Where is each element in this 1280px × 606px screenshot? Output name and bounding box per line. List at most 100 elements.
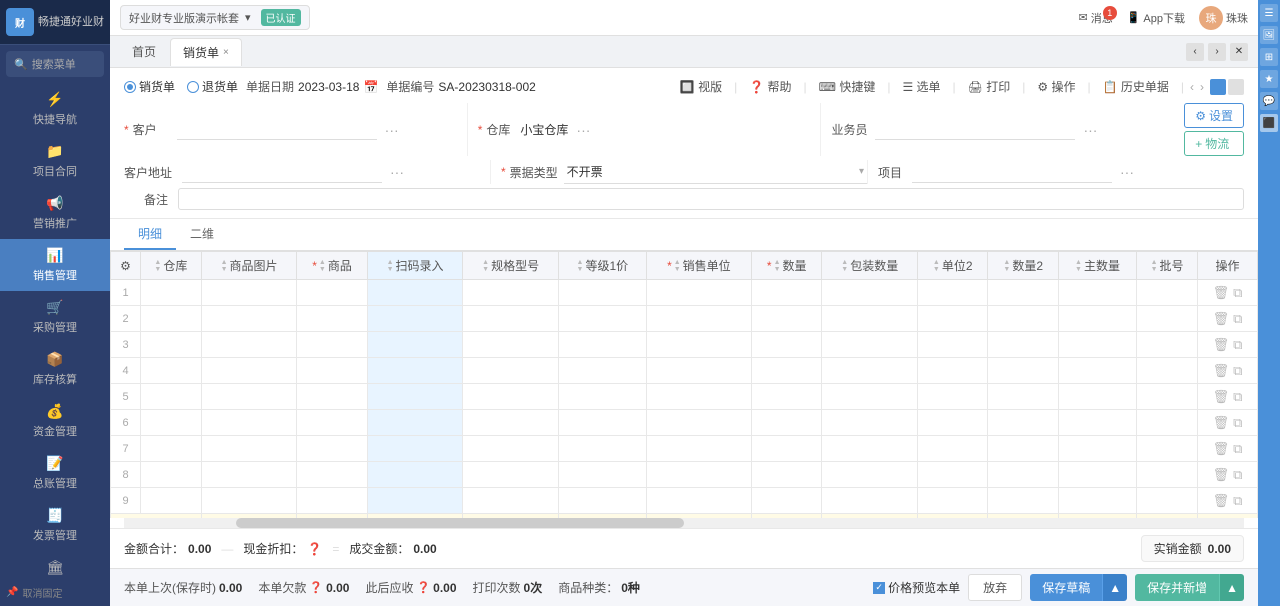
cell[interactable] (297, 358, 367, 384)
cell[interactable] (558, 410, 646, 436)
cell[interactable] (822, 488, 918, 514)
cell[interactable] (918, 332, 988, 358)
debt-help[interactable]: ❓ (309, 581, 323, 594)
cell[interactable] (1137, 306, 1198, 332)
cell[interactable] (463, 332, 559, 358)
cell[interactable] (752, 462, 822, 488)
cell[interactable] (141, 410, 202, 436)
note-input[interactable] (178, 188, 1244, 210)
sidebar-item-inventory[interactable]: 📦 库存核算 (0, 343, 110, 395)
tab-home[interactable]: 首页 (120, 38, 168, 65)
cell[interactable] (367, 280, 463, 306)
sidebar-item-project[interactable]: 📁 项目合同 (0, 135, 110, 187)
cell[interactable] (367, 358, 463, 384)
copy-icon[interactable]: ⧉ (1233, 389, 1242, 404)
app-download-btn[interactable]: 📱 App下载 (1127, 10, 1185, 26)
cell[interactable] (752, 384, 822, 410)
cell[interactable] (752, 306, 822, 332)
cell[interactable] (822, 410, 918, 436)
collect-help[interactable]: ❓ (416, 581, 430, 594)
panel-image-icon[interactable]: 🖼 (1260, 26, 1278, 44)
order-value[interactable]: SA-20230318-002 (438, 80, 535, 94)
cell[interactable] (297, 462, 367, 488)
radio-sale[interactable]: 销货单 (124, 78, 175, 95)
cell[interactable] (918, 488, 988, 514)
cell[interactable] (463, 488, 559, 514)
cell[interactable] (1137, 280, 1198, 306)
toolbar-shortcut[interactable]: ⌨ 快捷键 (813, 76, 882, 97)
toolbar-print[interactable]: 🖨 打印 (962, 76, 1017, 97)
panel-list-icon[interactable]: ☰ (1260, 4, 1278, 22)
toolbar-select[interactable]: ☰ 选单 (896, 76, 946, 97)
cell[interactable] (201, 280, 297, 306)
sidebar-item-account[interactable]: 📝 总账管理 (0, 447, 110, 499)
cell[interactable] (988, 332, 1058, 358)
cell[interactable] (367, 488, 463, 514)
cell[interactable] (297, 384, 367, 410)
invoice-select[interactable]: 不开票 ▾ (564, 160, 867, 184)
cell[interactable] (1058, 332, 1136, 358)
cell[interactable] (822, 358, 918, 384)
copy-icon[interactable]: ⧉ (1233, 363, 1242, 378)
cell[interactable] (988, 488, 1058, 514)
cell[interactable] (558, 332, 646, 358)
copy-icon[interactable]: ⧉ (1233, 441, 1242, 456)
cell[interactable] (646, 358, 751, 384)
cell[interactable] (141, 436, 202, 462)
setup-button[interactable]: ⚙ 设置 (1184, 103, 1244, 128)
save-draft-button[interactable]: 保存草稿 (1030, 574, 1102, 601)
delete-icon[interactable]: 🗑 (1213, 415, 1230, 430)
sidebar-item-purchase[interactable]: 🛒 采购管理 (0, 291, 110, 343)
th-settings[interactable]: ⚙ (111, 252, 141, 280)
sidebar-item-invoice[interactable]: 🧾 发票管理 (0, 499, 110, 551)
cell[interactable] (1137, 488, 1198, 514)
copy-icon[interactable]: ⧉ (1233, 337, 1242, 352)
cell[interactable] (646, 280, 751, 306)
cell[interactable] (558, 384, 646, 410)
toolbar-history[interactable]: 📋 历史单据 (1097, 76, 1175, 97)
cell[interactable] (463, 410, 559, 436)
subtab-2d[interactable]: 二维 (176, 219, 228, 250)
user-avatar[interactable]: 珠 珠珠 (1199, 6, 1248, 30)
cell[interactable] (918, 462, 988, 488)
abandon-button[interactable]: 放弃 (968, 574, 1022, 601)
toolbar-nav-next[interactable]: › (1200, 80, 1204, 94)
toolbar-operate[interactable]: ⚙ 操作 (1031, 76, 1081, 97)
sidebar-cancel-fixed[interactable]: 📌 取消固定 (0, 579, 110, 606)
messages-btn[interactable]: ✉ 消息 1 (1079, 10, 1113, 26)
sidebar-item-finance[interactable]: 💰 资金管理 (0, 395, 110, 447)
radio-return[interactable]: 退货单 (187, 78, 238, 95)
cell[interactable] (367, 306, 463, 332)
cell[interactable] (646, 410, 751, 436)
cell[interactable] (1137, 358, 1198, 384)
cell[interactable] (367, 436, 463, 462)
cell[interactable] (752, 358, 822, 384)
tab-close-btn[interactable]: × (223, 47, 229, 58)
cell[interactable] (988, 462, 1058, 488)
cell[interactable] (988, 384, 1058, 410)
cell[interactable] (752, 410, 822, 436)
toolbar-nav-prev[interactable]: ‹ (1190, 80, 1194, 94)
cell[interactable] (822, 280, 918, 306)
cell[interactable] (1137, 462, 1198, 488)
cell[interactable] (1058, 280, 1136, 306)
cell[interactable] (646, 488, 751, 514)
cell[interactable] (918, 306, 988, 332)
tab-prev-btn[interactable]: ‹ (1186, 43, 1204, 61)
discount-help-icon[interactable]: ❓ (307, 542, 322, 556)
date-value[interactable]: 2023-03-18 (298, 80, 359, 94)
cell[interactable] (646, 332, 751, 358)
horizontal-scrollbar[interactable] (124, 518, 1244, 528)
panel-star-icon[interactable]: ★ (1260, 70, 1278, 88)
tab-close-all-btn[interactable]: ✕ (1230, 43, 1248, 61)
project-input[interactable] (912, 162, 1112, 183)
cell[interactable] (988, 358, 1058, 384)
cell[interactable] (1058, 306, 1136, 332)
cell[interactable] (201, 410, 297, 436)
toolbar-help[interactable]: ❓ 帮助 (743, 76, 797, 97)
cell[interactable] (367, 332, 463, 358)
copy-icon[interactable]: ⧉ (1233, 493, 1242, 508)
delete-icon[interactable]: 🗑 (1213, 285, 1230, 300)
cell[interactable] (297, 488, 367, 514)
delete-icon[interactable]: 🗑 (1213, 389, 1230, 404)
